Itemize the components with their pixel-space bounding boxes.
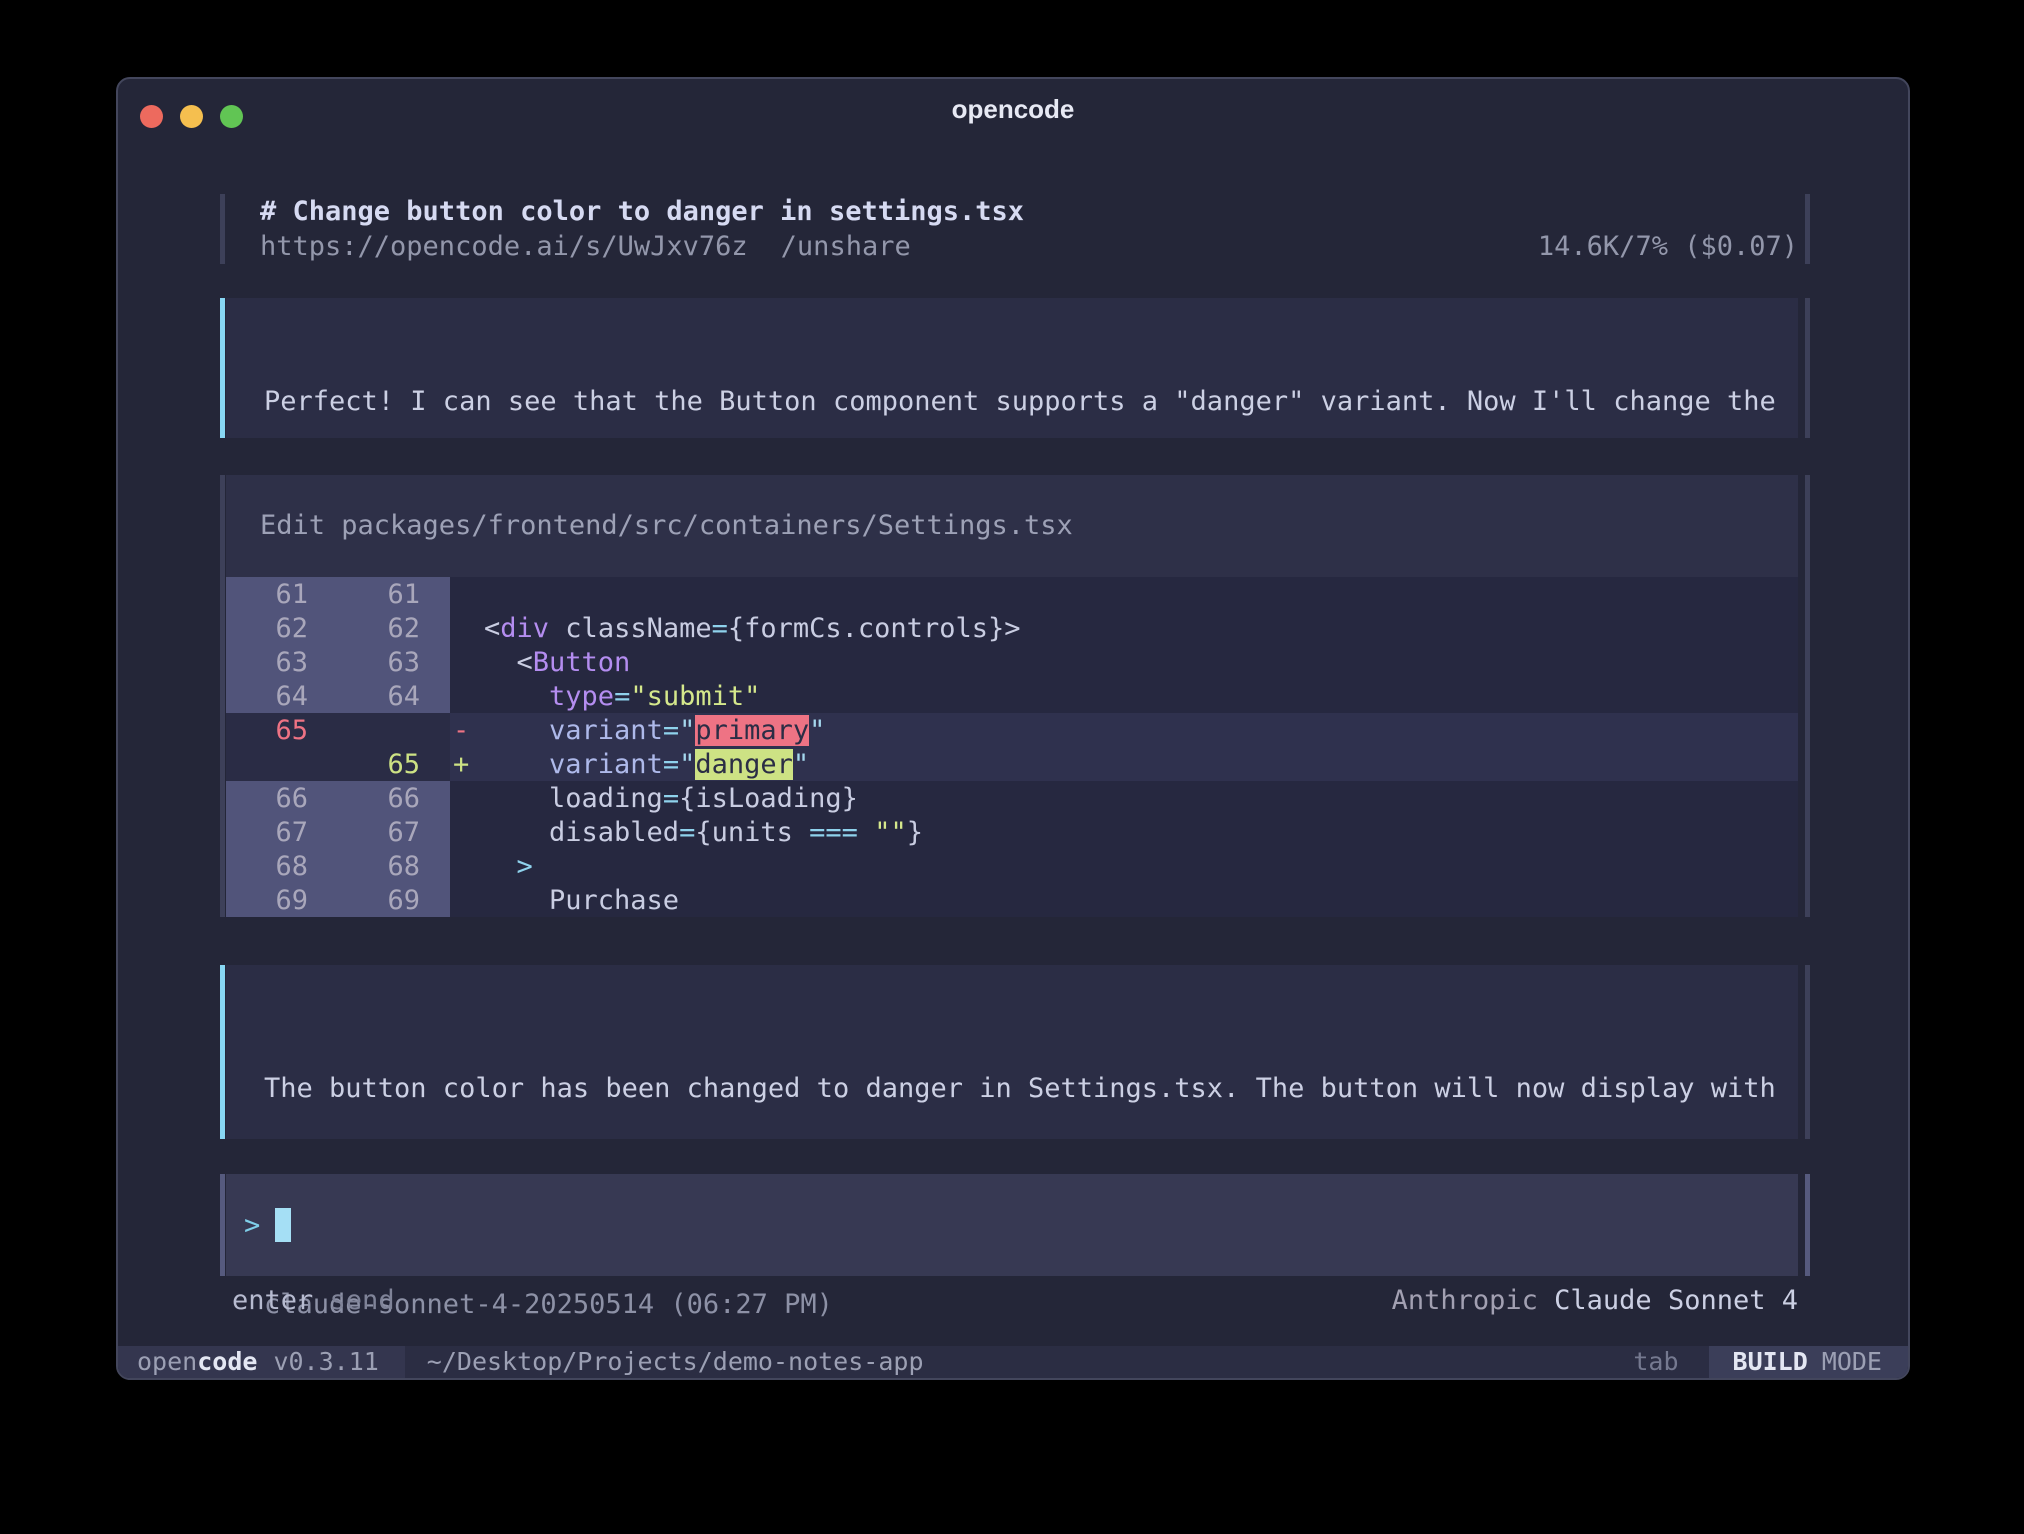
old-line-number: 68: [226, 851, 338, 882]
diff-code-line: variant="primary": [480, 715, 1798, 746]
diff-gutter: 6161: [226, 577, 450, 611]
session-header-left-border: [220, 194, 225, 264]
diff-row-context: 6868 >: [226, 849, 1798, 883]
status-bar-left: opencode v0.3.11 ~/Desktop/Projects/demo-…: [118, 1346, 924, 1378]
prompt-symbol: >: [244, 1210, 260, 1241]
diff-row-context: 6262 <div className={formCs.controls}>: [226, 611, 1798, 645]
model-name: Claude Sonnet 4: [1554, 1285, 1798, 1316]
input-left-border: [220, 1174, 225, 1276]
send-label: send: [330, 1285, 395, 1316]
session-subheader: https://opencode.ai/s/UwJxv76z /unshare …: [260, 229, 1798, 264]
app-name-light: open: [137, 1347, 197, 1376]
model-indicator: Anthropic Claude Sonnet 4: [1392, 1285, 1798, 1316]
share-url[interactable]: https://opencode.ai/s/UwJxv76z: [260, 229, 748, 264]
input-right-border: [1805, 1174, 1810, 1276]
tab-key-hint: tab: [1633, 1346, 1678, 1378]
mode-toggle-segment[interactable]: BUILD MODE: [1709, 1346, 1908, 1378]
diff-row-context: 6767 disabled={units === ""}: [226, 815, 1798, 849]
model-provider: Anthropic: [1392, 1285, 1538, 1316]
window-title: opencode: [118, 94, 1908, 125]
old-line-number: 63: [226, 647, 338, 678]
message-right-border: [1805, 965, 1810, 1139]
new-line-number: 67: [338, 817, 450, 848]
diff-gutter: 65: [226, 747, 450, 781]
new-line-number: 68: [338, 851, 450, 882]
message-line: The button color has been changed to dan…: [264, 1071, 1798, 1107]
app-version-segment: opencode v0.3.11: [118, 1346, 405, 1378]
diff-gutter: 6666: [226, 781, 450, 815]
mode-primary: BUILD: [1733, 1347, 1808, 1376]
diff-code-line: disabled={units === ""}: [480, 817, 1798, 848]
diff-row-context: 6161: [226, 577, 1798, 611]
diff-marker: +: [450, 749, 480, 780]
opencode-terminal-window: opencode # Change button color to danger…: [116, 77, 1910, 1380]
new-line-number: 62: [338, 613, 450, 644]
diff-gutter: 6767: [226, 815, 450, 849]
message-right-border: [1805, 298, 1810, 438]
status-bar-right: tab BUILD MODE: [1633, 1346, 1908, 1378]
diff-row-context: 6363 <Button: [226, 645, 1798, 679]
new-line-number: 66: [338, 783, 450, 814]
diff-gutter: 65: [226, 713, 450, 747]
old-line-number: 67: [226, 817, 338, 848]
diff-row-added: 65+ variant="danger": [226, 747, 1798, 781]
diff-gutter: 6969: [226, 883, 450, 917]
diff-row-context: 6464 type="submit": [226, 679, 1798, 713]
diff-row-context: 6666 loading={isLoading}: [226, 781, 1798, 815]
message-line: Perfect! I can see that the Button compo…: [264, 384, 1798, 420]
diff-code-line: >: [480, 851, 1798, 882]
session-title: # Change button color to danger in setti…: [260, 194, 1798, 229]
diff-code-line: Purchase: [480, 885, 1798, 916]
window-title-bar[interactable]: opencode: [118, 79, 1908, 141]
old-line-number: 61: [226, 579, 338, 610]
diff-code-line: variant="danger": [480, 749, 1798, 780]
diff-row-context: 6969 Purchase: [226, 883, 1798, 917]
desktop-background: opencode # Change button color to danger…: [0, 0, 2024, 1534]
text-cursor: [275, 1208, 291, 1242]
old-line-number: 65: [226, 715, 338, 746]
working-directory: ~/Desktop/Projects/demo-notes-app: [427, 1346, 924, 1378]
message-accent-border: [220, 965, 225, 1139]
new-line-number: 65: [338, 749, 450, 780]
prompt-input[interactable]: >: [220, 1174, 1810, 1276]
diff-code-line: loading={isLoading}: [480, 783, 1798, 814]
mode-secondary: MODE: [1822, 1347, 1882, 1376]
diff-left-border: [220, 475, 225, 917]
app-version: v0.3.11: [273, 1347, 378, 1376]
old-line-number: 62: [226, 613, 338, 644]
diff-code-line: <Button: [480, 647, 1798, 678]
new-line-number: 64: [338, 681, 450, 712]
new-line-number: 69: [338, 885, 450, 916]
send-hint: enter send: [232, 1285, 395, 1316]
diff-gutter: 6464: [226, 679, 450, 713]
diff-code-line: <div className={formCs.controls}>: [480, 613, 1798, 644]
diff-file-header: Edit packages/frontend/src/containers/Se…: [226, 475, 1798, 577]
session-header: # Change button color to danger in setti…: [220, 194, 1810, 264]
message-accent-border: [220, 298, 225, 438]
diff-right-border: [1805, 475, 1810, 917]
old-line-number: 69: [226, 885, 338, 916]
diff-rows: 6161 6262 <div className={formCs.control…: [226, 577, 1798, 917]
context-usage: 14.6K/7% ($0.07): [1538, 229, 1798, 264]
input-hints-row: enter send Anthropic Claude Sonnet 4: [220, 1282, 1810, 1318]
assistant-message: The button color has been changed to dan…: [220, 965, 1810, 1139]
enter-key-hint: enter: [232, 1285, 313, 1316]
unshare-command: /unshare: [781, 229, 911, 264]
diff-gutter: 6868: [226, 849, 450, 883]
status-bar: opencode v0.3.11 ~/Desktop/Projects/demo-…: [118, 1346, 1908, 1378]
diff-code-line: type="submit": [480, 681, 1798, 712]
old-line-number: 64: [226, 681, 338, 712]
diff-gutter: 6262: [226, 611, 450, 645]
new-line-number: 63: [338, 647, 450, 678]
diff-row-removed: 65 - variant="primary": [226, 713, 1798, 747]
new-line-number: 61: [338, 579, 450, 610]
edit-tool-card: Edit packages/frontend/src/containers/Se…: [220, 475, 1810, 917]
diff-gutter: 6363: [226, 645, 450, 679]
app-name-bold: code: [197, 1347, 257, 1376]
diff-marker: -: [450, 715, 480, 746]
old-line-number: 66: [226, 783, 338, 814]
session-header-right-border: [1805, 194, 1810, 264]
assistant-message: Perfect! I can see that the Button compo…: [220, 298, 1810, 438]
